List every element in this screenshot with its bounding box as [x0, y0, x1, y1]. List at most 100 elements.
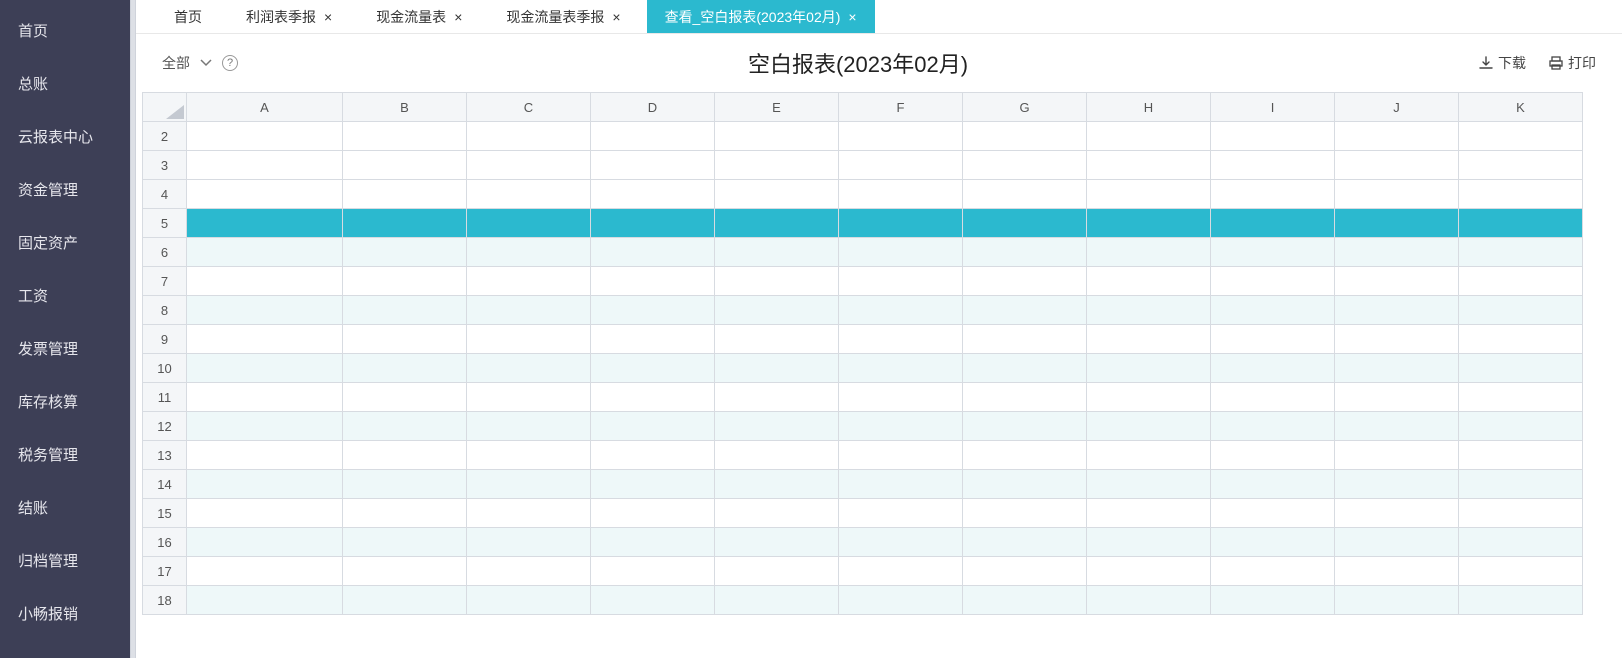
cell-F3[interactable] [839, 151, 963, 180]
row-header-8[interactable]: 8 [143, 296, 187, 325]
sidebar-item-10[interactable]: 归档管理 [0, 534, 130, 587]
cell-B10[interactable] [343, 354, 467, 383]
cell-K2[interactable] [1459, 122, 1583, 151]
cell-I16[interactable] [1211, 528, 1335, 557]
cell-G3[interactable] [963, 151, 1087, 180]
cell-B14[interactable] [343, 470, 467, 499]
cell-G2[interactable] [963, 122, 1087, 151]
row-header-7[interactable]: 7 [143, 267, 187, 296]
cell-B3[interactable] [343, 151, 467, 180]
cell-K8[interactable] [1459, 296, 1583, 325]
cell-A13[interactable] [187, 441, 343, 470]
cell-C4[interactable] [467, 180, 591, 209]
cell-A17[interactable] [187, 557, 343, 586]
cell-A10[interactable] [187, 354, 343, 383]
row-header-3[interactable]: 3 [143, 151, 187, 180]
cell-I2[interactable] [1211, 122, 1335, 151]
cell-H6[interactable] [1087, 238, 1211, 267]
cell-A14[interactable] [187, 470, 343, 499]
cell-A4[interactable] [187, 180, 343, 209]
cell-C5[interactable] [467, 209, 591, 238]
cell-C17[interactable] [467, 557, 591, 586]
cell-B13[interactable] [343, 441, 467, 470]
cell-G5[interactable] [963, 209, 1087, 238]
cell-G6[interactable] [963, 238, 1087, 267]
cell-D11[interactable] [591, 383, 715, 412]
cell-K5[interactable] [1459, 209, 1583, 238]
col-header-H[interactable]: H [1087, 93, 1211, 122]
cell-A12[interactable] [187, 412, 343, 441]
cell-F12[interactable] [839, 412, 963, 441]
cell-H9[interactable] [1087, 325, 1211, 354]
cell-J14[interactable] [1335, 470, 1459, 499]
sidebar-item-8[interactable]: 税务管理 [0, 428, 130, 481]
cell-K14[interactable] [1459, 470, 1583, 499]
cell-F18[interactable] [839, 586, 963, 615]
cell-C16[interactable] [467, 528, 591, 557]
cell-D13[interactable] [591, 441, 715, 470]
spreadsheet[interactable]: ABCDEFGHIJK23456789101112131415161718 [136, 92, 1622, 658]
cell-E18[interactable] [715, 586, 839, 615]
cell-E12[interactable] [715, 412, 839, 441]
cell-C9[interactable] [467, 325, 591, 354]
sidebar-item-4[interactable]: 固定资产 [0, 216, 130, 269]
cell-D18[interactable] [591, 586, 715, 615]
sidebar-item-2[interactable]: 云报表中心 [0, 110, 130, 163]
cell-F13[interactable] [839, 441, 963, 470]
cell-I15[interactable] [1211, 499, 1335, 528]
row-header-4[interactable]: 4 [143, 180, 187, 209]
cell-E8[interactable] [715, 296, 839, 325]
cell-J11[interactable] [1335, 383, 1459, 412]
cell-J12[interactable] [1335, 412, 1459, 441]
cell-G18[interactable] [963, 586, 1087, 615]
cell-E2[interactable] [715, 122, 839, 151]
cell-G15[interactable] [963, 499, 1087, 528]
cell-I3[interactable] [1211, 151, 1335, 180]
cell-H11[interactable] [1087, 383, 1211, 412]
print-button[interactable]: 打印 [1548, 53, 1596, 73]
cell-G14[interactable] [963, 470, 1087, 499]
row-header-10[interactable]: 10 [143, 354, 187, 383]
close-icon[interactable]: × [848, 10, 856, 24]
cell-G7[interactable] [963, 267, 1087, 296]
cell-F6[interactable] [839, 238, 963, 267]
cell-H15[interactable] [1087, 499, 1211, 528]
cell-C18[interactable] [467, 586, 591, 615]
cell-D9[interactable] [591, 325, 715, 354]
cell-A7[interactable] [187, 267, 343, 296]
cell-G11[interactable] [963, 383, 1087, 412]
cell-J2[interactable] [1335, 122, 1459, 151]
cell-D12[interactable] [591, 412, 715, 441]
col-header-I[interactable]: I [1211, 93, 1335, 122]
cell-G9[interactable] [963, 325, 1087, 354]
cell-E7[interactable] [715, 267, 839, 296]
cell-K13[interactable] [1459, 441, 1583, 470]
cell-I7[interactable] [1211, 267, 1335, 296]
cell-E17[interactable] [715, 557, 839, 586]
cell-H18[interactable] [1087, 586, 1211, 615]
close-icon[interactable]: × [454, 10, 462, 24]
sidebar-item-11[interactable]: 小畅报销 [0, 587, 130, 640]
cell-I5[interactable] [1211, 209, 1335, 238]
help-icon[interactable]: ? [222, 55, 238, 71]
row-header-9[interactable]: 9 [143, 325, 187, 354]
cell-B5[interactable] [343, 209, 467, 238]
cell-A11[interactable] [187, 383, 343, 412]
filter-dropdown[interactable]: 全部 ? [162, 53, 238, 73]
cell-G13[interactable] [963, 441, 1087, 470]
tab-4[interactable]: 查看_空白报表(2023年02月)× [647, 0, 875, 33]
close-icon[interactable]: × [612, 10, 620, 24]
row-header-15[interactable]: 15 [143, 499, 187, 528]
cell-K10[interactable] [1459, 354, 1583, 383]
col-header-C[interactable]: C [467, 93, 591, 122]
row-header-2[interactable]: 2 [143, 122, 187, 151]
cell-I9[interactable] [1211, 325, 1335, 354]
cell-A8[interactable] [187, 296, 343, 325]
cell-J8[interactable] [1335, 296, 1459, 325]
cell-B11[interactable] [343, 383, 467, 412]
cell-G17[interactable] [963, 557, 1087, 586]
cell-A9[interactable] [187, 325, 343, 354]
cell-I14[interactable] [1211, 470, 1335, 499]
cell-B17[interactable] [343, 557, 467, 586]
sidebar-item-6[interactable]: 发票管理 [0, 322, 130, 375]
